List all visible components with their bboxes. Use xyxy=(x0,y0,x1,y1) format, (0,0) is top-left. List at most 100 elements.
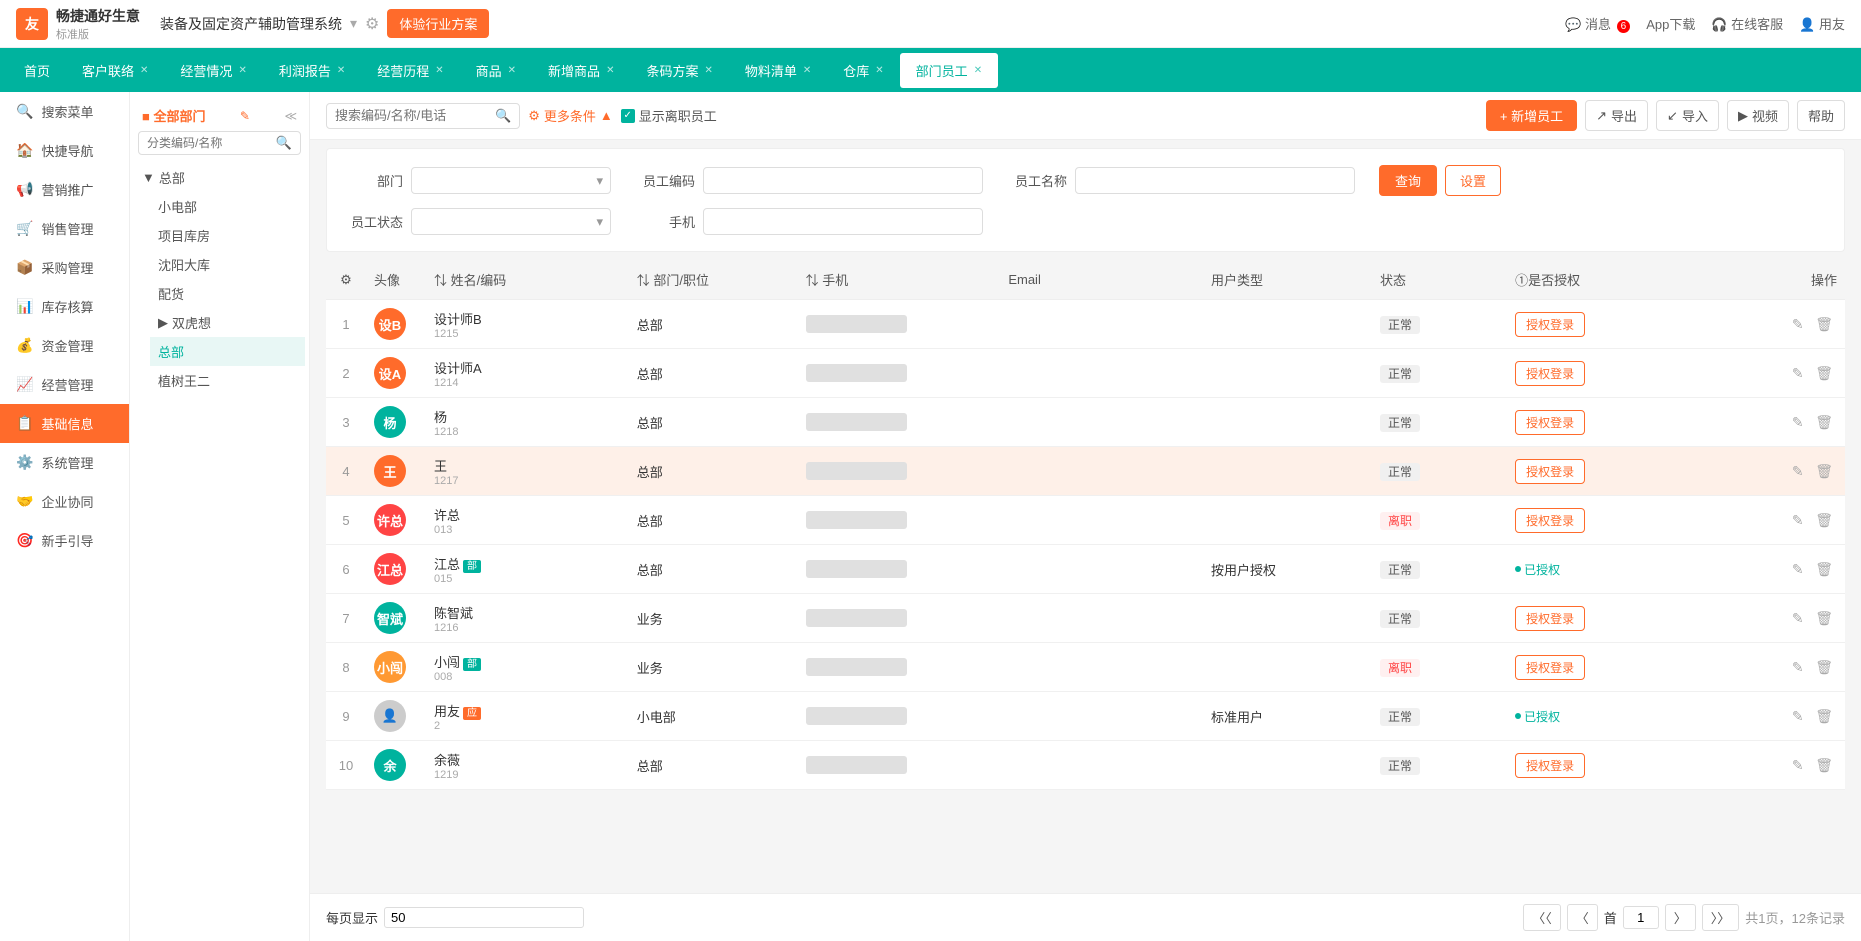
filter-code-input[interactable] xyxy=(703,167,983,194)
sidebar-item-marketing[interactable]: 📢 营销推广 xyxy=(0,170,129,209)
dept-item-xiaodibu[interactable]: 小电部 xyxy=(150,192,305,221)
sidebar-item-basic[interactable]: 📋 基础信息 xyxy=(0,404,129,443)
settings-icon[interactable]: ⚙ xyxy=(365,14,379,34)
more-filter-btn[interactable]: ⚙ 更多条件 ▲ xyxy=(528,106,613,125)
auth-btn[interactable]: 授权登录 xyxy=(1515,361,1585,386)
next-page-btn[interactable]: 〉 xyxy=(1665,904,1696,931)
app-download-btn[interactable]: App下载 xyxy=(1646,14,1695,33)
auth-btn[interactable]: 授权登录 xyxy=(1515,753,1585,778)
auth-btn[interactable]: 授权登录 xyxy=(1515,606,1585,631)
view-btn[interactable]: ▶ 视频 xyxy=(1727,100,1789,131)
th-settings[interactable]: ⚙ xyxy=(326,260,366,300)
delete-btn[interactable]: 🗑 xyxy=(1811,706,1837,727)
th-name-code[interactable]: ⇅ 姓名/编码 xyxy=(426,260,629,300)
export-btn[interactable]: ↗ 导出 xyxy=(1585,100,1648,131)
sidebar-item-sales[interactable]: 🛒 销售管理 xyxy=(0,209,129,248)
auth-btn[interactable]: 授权登录 xyxy=(1515,410,1585,435)
delete-btn[interactable]: 🗑 xyxy=(1811,363,1837,384)
dept-item-shenyang[interactable]: 沈阳大库 xyxy=(150,250,305,279)
delete-btn[interactable]: 🗑 xyxy=(1811,461,1837,482)
filter-status-select[interactable] xyxy=(411,208,611,235)
auth-btn[interactable]: 授权登录 xyxy=(1515,508,1585,533)
tab-bom[interactable]: 物料清单 ✕ xyxy=(729,53,827,88)
th-dept-position[interactable]: ⇅ 部门/职位 xyxy=(629,260,798,300)
last-page-btn[interactable]: 〉〉 xyxy=(1702,904,1740,931)
edit-btn[interactable]: ✎ xyxy=(1788,314,1808,335)
tab-warehouse[interactable]: 仓库 ✕ xyxy=(827,53,899,88)
edit-btn[interactable]: ✎ xyxy=(1788,755,1808,776)
dept-item-shuanghu[interactable]: ▶ 双虎想 xyxy=(150,308,305,337)
dept-item-zongbu[interactable]: 总部 xyxy=(150,337,305,366)
dept-item-zhushu[interactable]: 植树王二 xyxy=(150,366,305,395)
sidebar-item-search[interactable]: 🔍 搜索菜单 xyxy=(0,92,129,131)
delete-btn[interactable]: 🗑 xyxy=(1811,412,1837,433)
close-icon[interactable]: ✕ xyxy=(974,65,982,76)
set-btn[interactable]: 设置 xyxy=(1445,165,1501,196)
close-icon[interactable]: ✕ xyxy=(606,65,614,76)
user-btn[interactable]: 👤 用友 xyxy=(1799,14,1845,33)
dropdown-icon[interactable]: ▾ xyxy=(350,15,357,32)
help-btn[interactable]: 帮助 xyxy=(1797,100,1845,131)
delete-btn[interactable]: 🗑 xyxy=(1811,510,1837,531)
edit-btn[interactable]: ✎ xyxy=(1788,706,1808,727)
add-employee-btn[interactable]: + 新增员工 xyxy=(1486,100,1577,131)
tab-dept-staff[interactable]: 部门员工 ✕ xyxy=(900,53,998,88)
sidebar-item-system[interactable]: ⚙️ 系统管理 xyxy=(0,443,129,482)
close-icon[interactable]: ✕ xyxy=(238,65,246,76)
auth-btn[interactable]: 授权登录 xyxy=(1515,312,1585,337)
sidebar-item-quicknav[interactable]: 🏠 快捷导航 xyxy=(0,131,129,170)
close-icon[interactable]: ✕ xyxy=(435,65,443,76)
delete-btn[interactable]: 🗑 xyxy=(1811,314,1837,335)
delete-btn[interactable]: 🗑 xyxy=(1811,657,1837,678)
sidebar-item-finance[interactable]: 💰 资金管理 xyxy=(0,326,129,365)
edit-btn[interactable]: ✎ xyxy=(1788,608,1808,629)
close-icon[interactable]: ✕ xyxy=(337,65,345,76)
online-service-btn[interactable]: 🎧 在线客服 xyxy=(1711,14,1783,33)
sidebar-item-purchase[interactable]: 📦 采购管理 xyxy=(0,248,129,287)
close-icon[interactable]: ✕ xyxy=(803,65,811,76)
sidebar-item-collab[interactable]: 🤝 企业协同 xyxy=(0,482,129,521)
edit-btn[interactable]: ✎ xyxy=(1788,510,1808,531)
dept-search-input[interactable] xyxy=(147,136,276,150)
dept-item-peihuo[interactable]: 配货 xyxy=(150,279,305,308)
tab-profit[interactable]: 利润报告 ✕ xyxy=(263,53,361,88)
search-input[interactable] xyxy=(335,108,495,123)
close-icon[interactable]: ✕ xyxy=(704,65,712,76)
filter-name-input[interactable] xyxy=(1075,167,1355,194)
search-box[interactable]: 🔍 xyxy=(326,103,520,129)
filter-phone-input[interactable] xyxy=(703,208,983,235)
dept-search-box[interactable]: 🔍 xyxy=(138,131,301,155)
tab-barcode[interactable]: 条码方案 ✕ xyxy=(630,53,728,88)
sidebar-item-inventory[interactable]: 📊 库存核算 xyxy=(0,287,129,326)
tab-history[interactable]: 经营历程 ✕ xyxy=(361,53,459,88)
tab-customer[interactable]: 客户联络 ✕ xyxy=(66,53,164,88)
filter-dept-select[interactable] xyxy=(411,167,611,194)
delete-btn[interactable]: 🗑 xyxy=(1811,608,1837,629)
close-icon[interactable]: ✕ xyxy=(875,65,883,76)
dept-item-projectroom[interactable]: 项目库房 xyxy=(150,221,305,250)
page-number-input[interactable] xyxy=(1623,906,1659,929)
edit-btn[interactable]: ✎ xyxy=(1788,657,1808,678)
query-btn[interactable]: 查询 xyxy=(1379,165,1437,196)
message-btn[interactable]: 💬 消息 6 xyxy=(1565,14,1630,33)
edit-btn[interactable]: ✎ xyxy=(1788,559,1808,580)
prev-page-btn[interactable]: 〈 xyxy=(1567,904,1598,931)
dept-item-headquarters[interactable]: ▼ 总部 xyxy=(134,163,305,192)
tab-operations[interactable]: 经营情况 ✕ xyxy=(164,53,262,88)
edit-btn[interactable]: ✎ xyxy=(1788,363,1808,384)
delete-btn[interactable]: 🗑 xyxy=(1811,755,1837,776)
experience-btn[interactable]: 体验行业方案 xyxy=(387,9,489,38)
collapse-icon[interactable]: ≪ xyxy=(284,109,297,123)
close-icon[interactable]: ✕ xyxy=(508,65,516,76)
auth-btn[interactable]: 授权登录 xyxy=(1515,655,1585,680)
delete-btn[interactable]: 🗑 xyxy=(1811,559,1837,580)
page-size-select[interactable]: 50 xyxy=(384,907,584,928)
sidebar-item-guide[interactable]: 🎯 新手引导 xyxy=(0,521,129,560)
th-phone[interactable]: ⇅ 手机 xyxy=(798,260,1001,300)
show-offline-toggle[interactable]: ✓ 显示离职员工 xyxy=(621,106,717,125)
edit-btn[interactable]: ✎ xyxy=(1788,461,1808,482)
edit-btn[interactable]: ✎ xyxy=(1788,412,1808,433)
tab-add-goods[interactable]: 新增商品 ✕ xyxy=(532,53,630,88)
import-btn[interactable]: ↙ 导入 xyxy=(1656,100,1719,131)
close-icon[interactable]: ✕ xyxy=(140,65,148,76)
